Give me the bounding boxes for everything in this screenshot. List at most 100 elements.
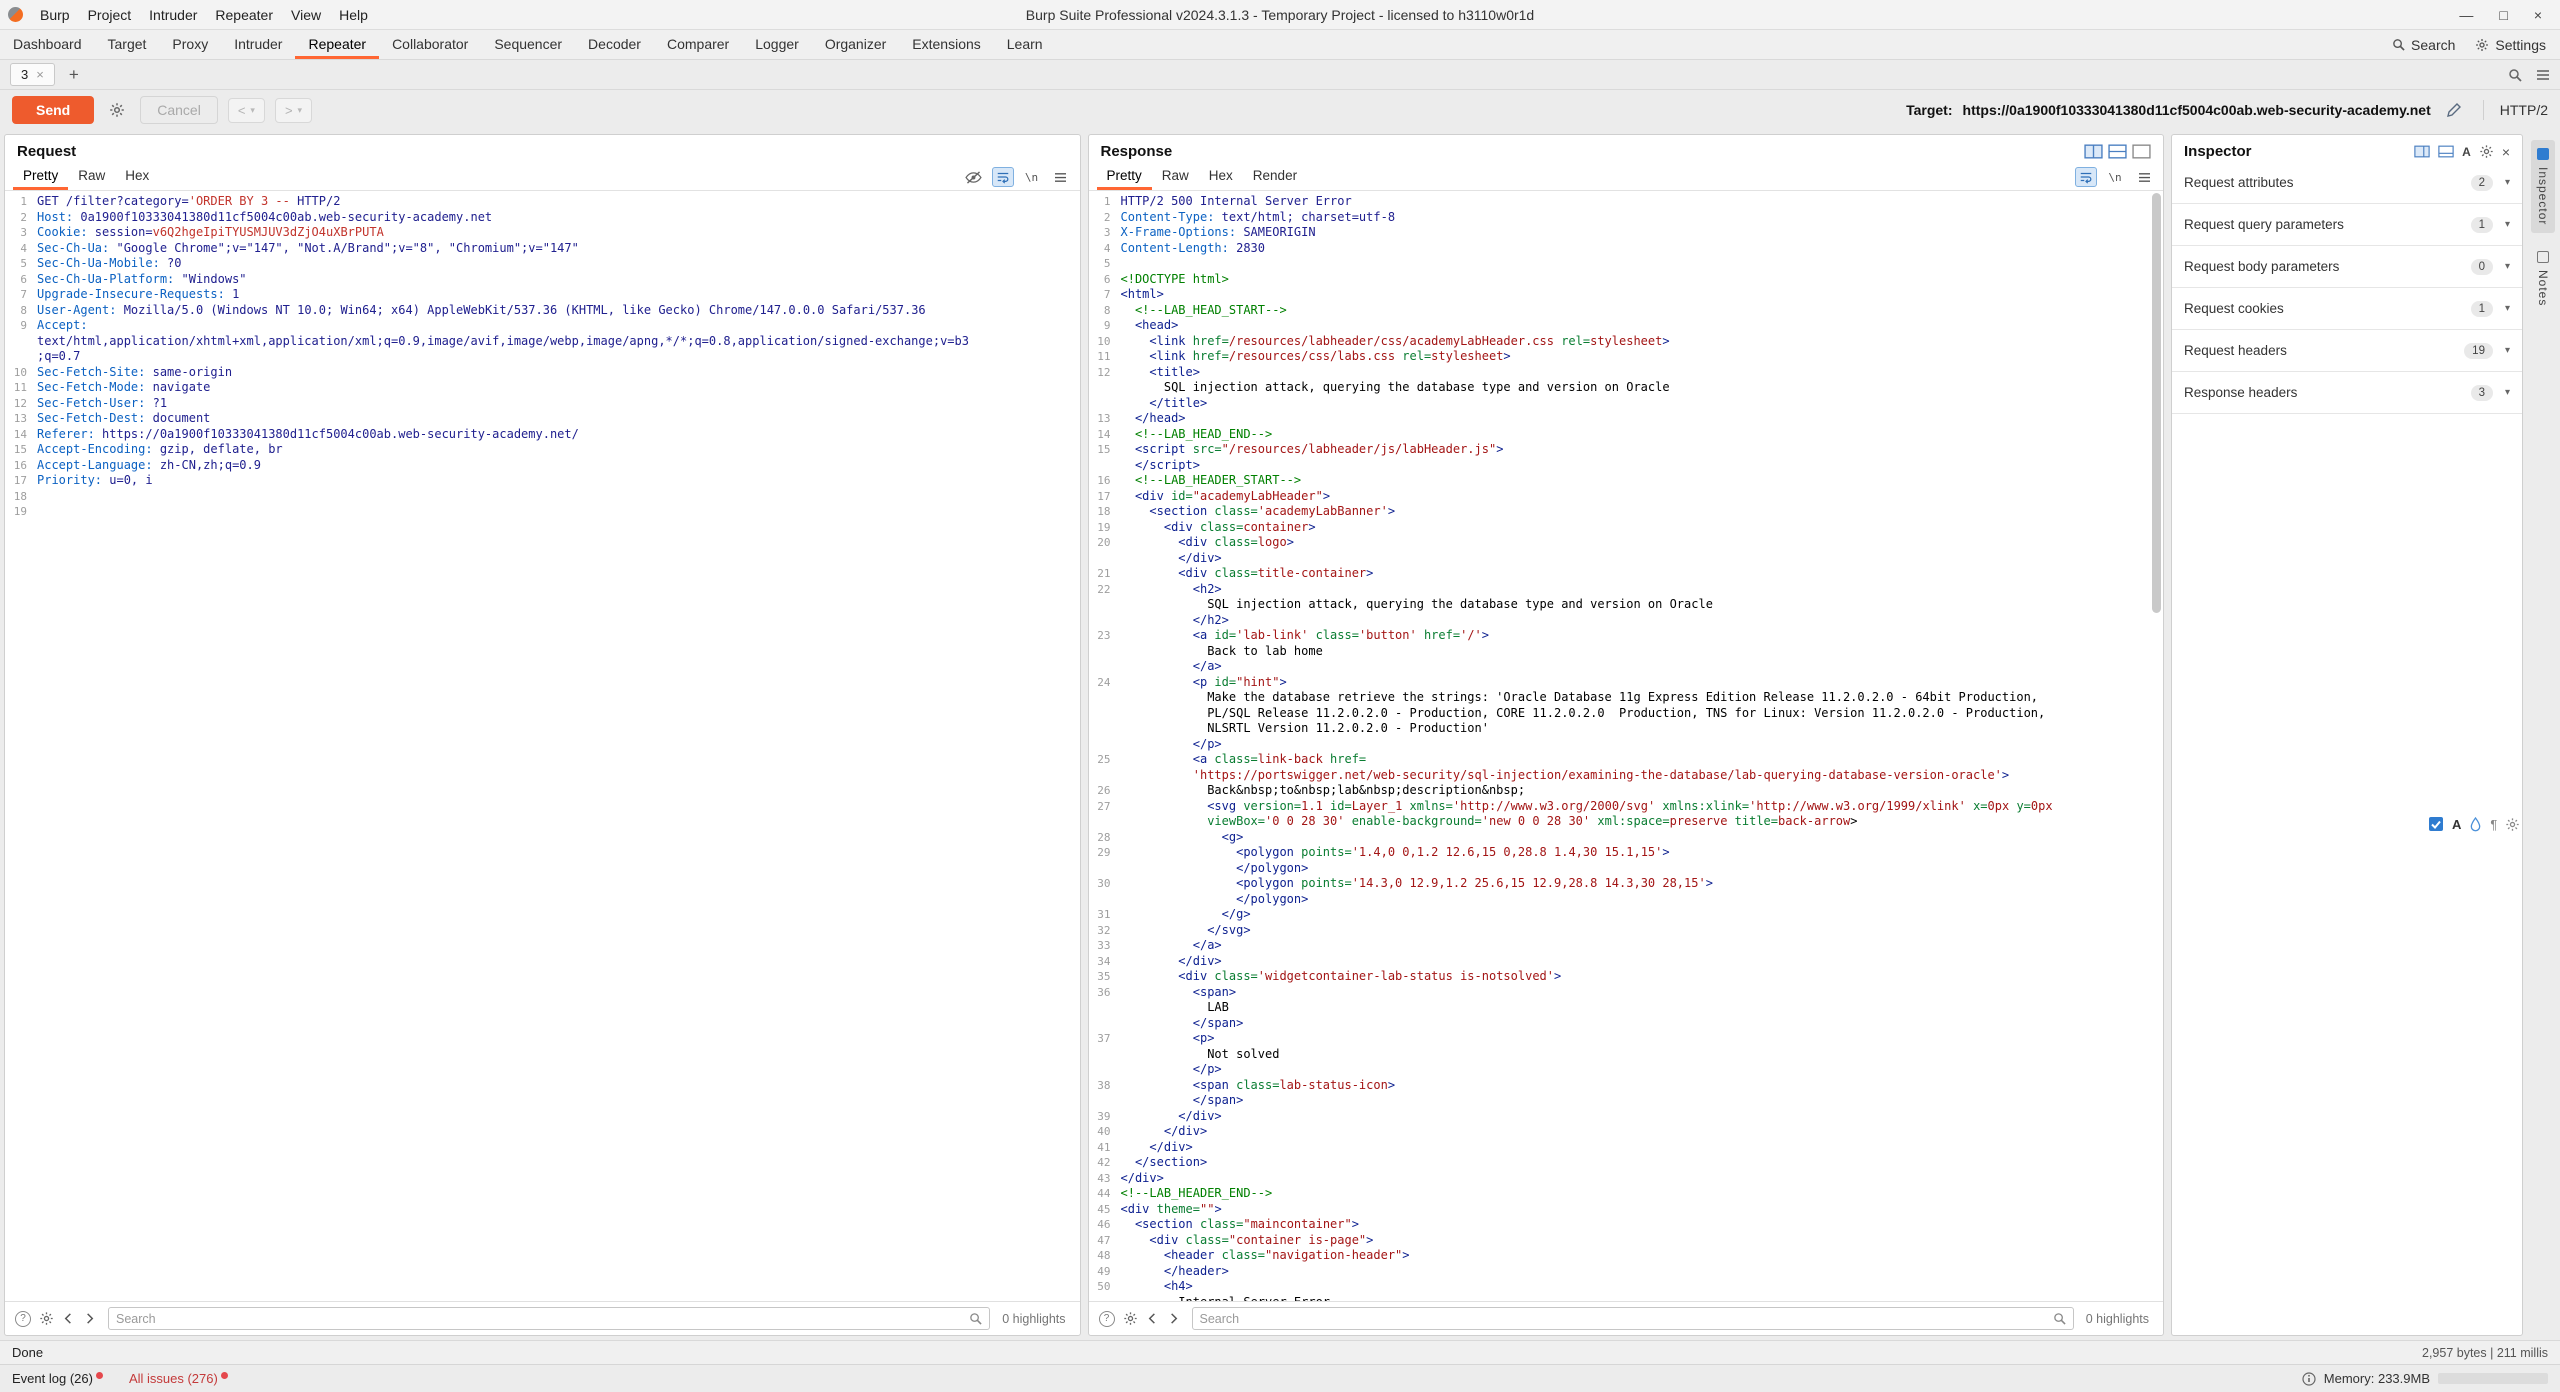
search-settings-gear-icon[interactable] [1123, 1311, 1138, 1326]
side-tab-notes[interactable]: Notes [2531, 243, 2555, 314]
code-line: Sec-Fetch-Mode: navigate [37, 380, 211, 394]
code-line: </section> [1120, 1155, 1208, 1169]
font-size-icon[interactable]: A [2462, 145, 2471, 159]
inspector-section-request-headers[interactable]: Request headers 19 ▾ [2172, 330, 2522, 372]
single-layout-icon[interactable] [2132, 144, 2151, 159]
minimize-button[interactable]: — [2459, 0, 2473, 30]
tab-collaborator[interactable]: Collaborator [379, 30, 481, 59]
dock-columns-icon[interactable] [2414, 145, 2430, 158]
side-tab-inspector[interactable]: Inspector [2531, 140, 2555, 234]
editor-row: 10 Sec-Fetch-Site: same-origin [5, 365, 1080, 381]
rows-layout-icon[interactable] [2108, 144, 2127, 159]
show-newlines-toggle[interactable]: \n [2104, 167, 2126, 187]
code-line: Back to lab home [1120, 643, 1323, 658]
tab-extensions[interactable]: Extensions [899, 30, 993, 59]
tab-proxy[interactable]: Proxy [159, 30, 221, 59]
request-search-input[interactable] [116, 1311, 970, 1326]
search-settings-gear-icon[interactable] [39, 1311, 54, 1326]
inspector-section-response-headers[interactable]: Response headers 3 ▾ [2172, 372, 2522, 414]
response-view-tab-hex[interactable]: Hex [1199, 162, 1243, 190]
tab-search-icon[interactable] [2508, 68, 2522, 82]
help-icon[interactable]: ? [1098, 1310, 1115, 1327]
dock-rows-icon[interactable] [2438, 145, 2454, 158]
tab-comparer[interactable]: Comparer [654, 30, 742, 59]
next-match-icon[interactable] [83, 1312, 96, 1325]
response-view-tab-pretty[interactable]: Pretty [1096, 162, 1152, 190]
gear-icon[interactable] [2505, 817, 2520, 832]
tab-repeater[interactable]: Repeater [295, 30, 379, 59]
new-tab-button[interactable]: + [63, 65, 85, 85]
request-view-tab-pretty[interactable]: Pretty [13, 162, 69, 190]
tab-menu-icon[interactable] [2536, 69, 2550, 81]
request-editor-menu-button[interactable] [1050, 167, 1072, 187]
info-icon[interactable] [2302, 1371, 2316, 1386]
request-editor[interactable]: 1 GET /filter?category='ORDER BY 3 -- HTT… [5, 191, 1080, 1301]
response-editor[interactable]: 1 HTTP/2 500 Internal Server Error 2 Conten… [1089, 191, 2164, 1301]
inspector-section-request-query-parameters[interactable]: Request query parameters 1 ▾ [2172, 204, 2522, 246]
response-search-input[interactable] [1199, 1311, 2053, 1326]
close-tab-icon[interactable]: × [36, 67, 44, 82]
inspector-section-request-body-parameters[interactable]: Request body parameters 0 ▾ [2172, 246, 2522, 288]
repeater-tab-3[interactable]: 3 × [10, 63, 55, 86]
settings-button[interactable]: Settings [2475, 37, 2546, 53]
menu-project[interactable]: Project [79, 0, 141, 30]
tab-decoder[interactable]: Decoder [575, 30, 654, 59]
request-view-tab-raw[interactable]: Raw [68, 162, 115, 190]
menu-intruder[interactable]: Intruder [140, 0, 206, 30]
history-back-button[interactable]: < ▾ [227, 97, 265, 123]
previous-match-icon[interactable] [1146, 1312, 1159, 1325]
hide-nonprinting-button[interactable] [963, 167, 985, 187]
response-view-tab-raw[interactable]: Raw [1152, 162, 1199, 190]
text-format-icon[interactable]: A [2452, 817, 2461, 832]
paragraph-marks-icon[interactable]: ¶ [2490, 817, 2497, 832]
editor-row: 7 <html> [1089, 287, 2164, 303]
close-inspector-icon[interactable]: × [2502, 145, 2510, 159]
previous-match-icon[interactable] [62, 1312, 75, 1325]
tab-organizer[interactable]: Organizer [812, 30, 899, 59]
columns-layout-icon[interactable] [2084, 144, 2103, 159]
editor-row: </span> [1089, 1016, 2164, 1032]
event-log-alert-dot [95, 1372, 103, 1379]
tab-intruder[interactable]: Intruder [221, 30, 295, 59]
editor-row: 33 </a> [1089, 938, 2164, 954]
tab-sequencer[interactable]: Sequencer [481, 30, 575, 59]
request-view-tab-hex[interactable]: Hex [115, 162, 159, 190]
http-version-selector[interactable]: HTTP/2 [2500, 102, 2548, 118]
menu-repeater[interactable]: Repeater [206, 0, 282, 30]
menu-burp[interactable]: Burp [31, 0, 79, 30]
line-number [1089, 613, 1121, 629]
menu-view[interactable]: View [282, 0, 330, 30]
menu-help[interactable]: Help [330, 0, 377, 30]
send-options-button[interactable] [104, 97, 130, 123]
cancel-button[interactable]: Cancel [140, 96, 218, 124]
send-button[interactable]: Send [12, 96, 95, 124]
ink-drop-icon[interactable] [2469, 816, 2482, 832]
edit-target-button[interactable] [2441, 97, 2467, 123]
help-icon[interactable]: ? [15, 1310, 31, 1327]
next-match-icon[interactable] [1167, 1312, 1180, 1325]
all-issues-button[interactable]: All issues (276) [129, 1371, 228, 1386]
history-forward-button[interactable]: > ▾ [274, 97, 313, 123]
global-search-button[interactable]: Search [2392, 37, 2455, 53]
close-button[interactable]: × [2534, 0, 2542, 30]
word-wrap-toggle[interactable] [991, 167, 1014, 187]
auto-apply-check-icon[interactable] [2428, 816, 2444, 832]
tab-target[interactable]: Target [95, 30, 160, 59]
code-line: </span> [1120, 1093, 1244, 1107]
tab-logger[interactable]: Logger [742, 30, 812, 59]
line-number: 15 [13, 443, 27, 456]
response-editor-menu-button[interactable] [2133, 167, 2155, 187]
word-wrap-toggle[interactable] [2075, 167, 2097, 187]
maximize-button[interactable]: □ [2499, 0, 2507, 30]
response-view-tab-render[interactable]: Render [1243, 162, 1307, 190]
inspector-section-request-cookies[interactable]: Request cookies 1 ▾ [2172, 288, 2522, 330]
gear-icon[interactable] [2479, 144, 2494, 159]
event-log-button[interactable]: Event log (26) [12, 1371, 103, 1386]
inspector-section-request-attributes[interactable]: Request attributes 2 ▾ [2172, 162, 2522, 204]
response-scrollbar[interactable] [2151, 193, 2162, 1299]
scrollbar-thumb[interactable] [2152, 193, 2161, 614]
line-number [1089, 861, 1121, 877]
tab-dashboard[interactable]: Dashboard [0, 30, 95, 59]
tab-learn[interactable]: Learn [994, 30, 1056, 59]
show-newlines-toggle[interactable]: \n [1021, 167, 1043, 187]
